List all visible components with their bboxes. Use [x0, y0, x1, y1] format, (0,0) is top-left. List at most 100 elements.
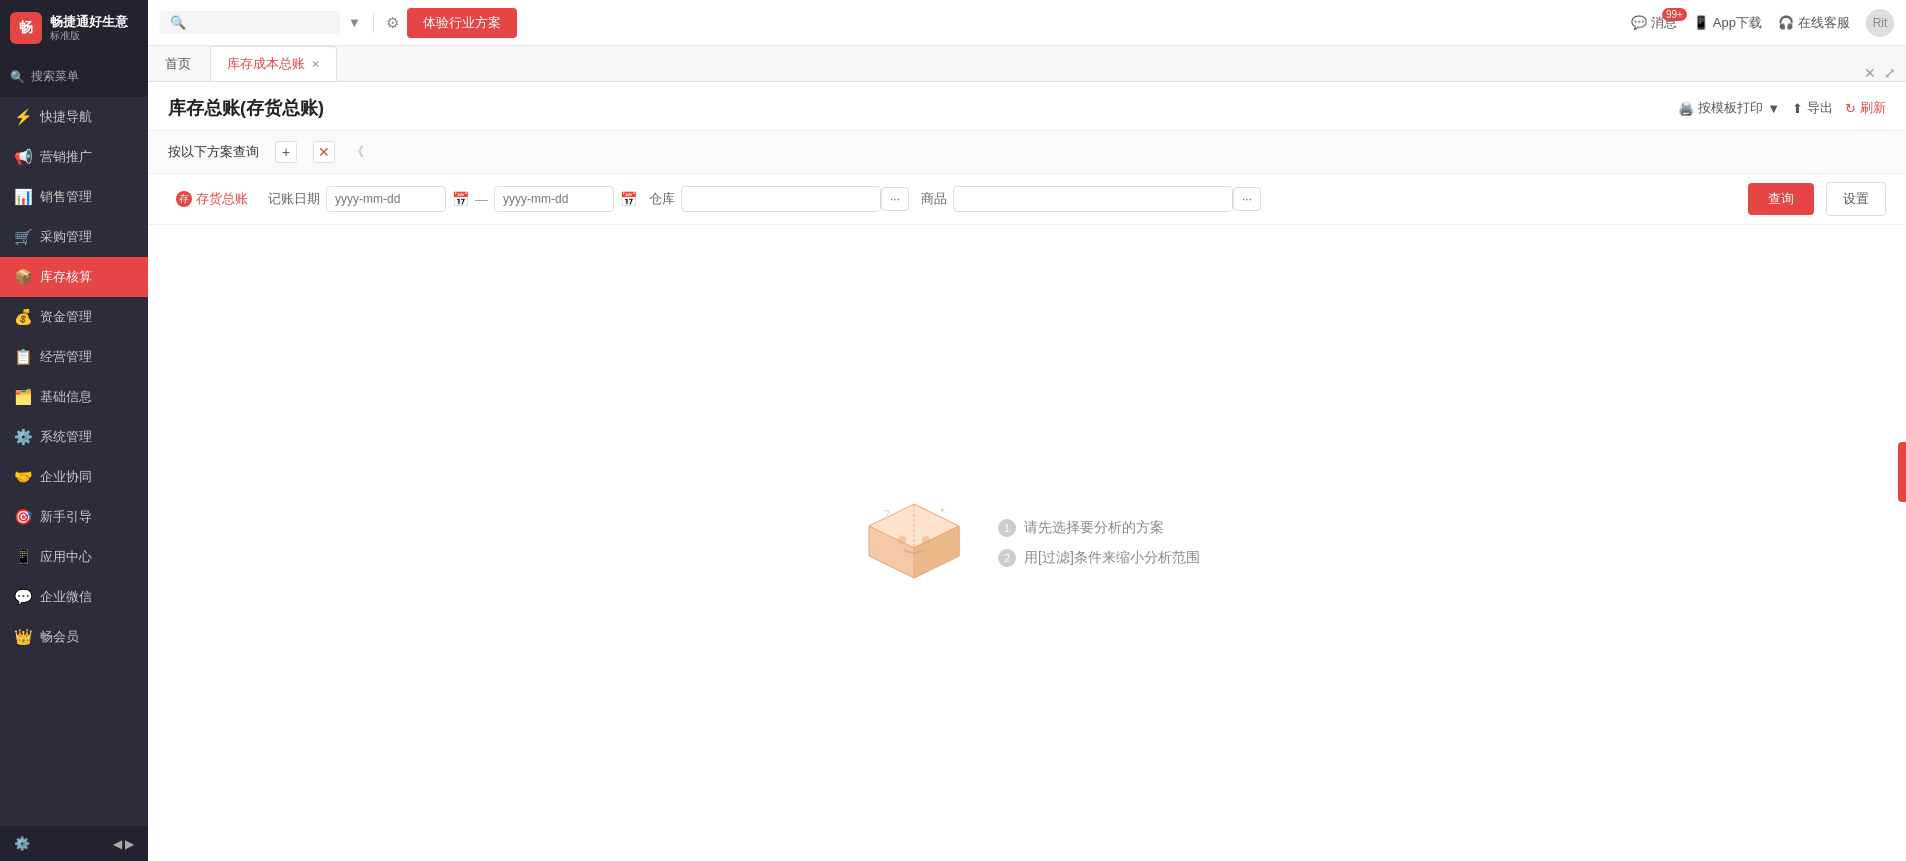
expand-icon[interactable]: ⤢ — [1884, 65, 1896, 81]
online-service-button[interactable]: 🎧 在线客服 — [1778, 14, 1850, 32]
product-filter-group: 商品 ··· — [921, 186, 1261, 212]
user-avatar[interactable]: Rit — [1866, 9, 1894, 37]
sidebar-item-marketing[interactable]: 📢 营销推广 — [0, 137, 148, 177]
sidebar-item-label: 资金管理 — [40, 308, 92, 326]
sidebar-item-system[interactable]: ⚙️ 系统管理 — [0, 417, 148, 457]
sidebar-toggle-icon[interactable]: ◀ ▶ — [113, 837, 134, 851]
svg-point-4 — [898, 536, 906, 544]
trial-button[interactable]: 体验行业方案 — [407, 8, 517, 38]
settings-button[interactable]: 设置 — [1826, 182, 1886, 216]
warehouse-input[interactable] — [681, 186, 881, 212]
app-download-button[interactable]: 📱 App下载 — [1693, 14, 1762, 32]
date-field-label: 记账日期 — [268, 190, 320, 208]
sidebar-item-coop[interactable]: 🤝 企业协同 — [0, 457, 148, 497]
sidebar-item-quicknav[interactable]: ⚡ 快捷导航 — [0, 97, 148, 137]
tip-text-1: 请先选择要分析的方案 — [1024, 519, 1164, 537]
filter-collapse-button[interactable]: 《 — [351, 143, 364, 161]
product-input[interactable] — [953, 186, 1233, 212]
calendar-end-icon[interactable]: 📅 — [620, 191, 637, 207]
sidebar-item-sales[interactable]: 📊 销售管理 — [0, 177, 148, 217]
svg-text:✦: ✦ — [939, 506, 946, 515]
tab-window-controls: ✕ ⤢ — [1854, 65, 1906, 81]
sidebar-item-label: 企业协同 — [40, 468, 92, 486]
app-logo: 畅 畅捷通好生意 标准版 — [0, 0, 148, 56]
query-button[interactable]: 查询 — [1748, 183, 1814, 215]
purchase-icon: 🛒 — [14, 228, 32, 246]
filter-area: 按以下方案查询 + ✕ 《 — [148, 131, 1906, 174]
sidebar-item-label: 采购管理 — [40, 228, 92, 246]
sidebar-item-guide[interactable]: 🎯 新手引导 — [0, 497, 148, 537]
sidebar-item-label: 库存核算 — [40, 268, 92, 286]
date-start-input[interactable] — [326, 186, 446, 212]
schema-tag-icon: 存 — [176, 191, 192, 207]
online-service-label: 在线客服 — [1798, 14, 1850, 32]
right-panel-handle[interactable] — [1898, 442, 1906, 502]
sidebar-item-basic[interactable]: 🗂️ 基础信息 — [0, 377, 148, 417]
product-label: 商品 — [921, 190, 947, 208]
sidebar-item-inventory[interactable]: 📦 库存核算 — [0, 257, 148, 297]
coop-icon: 🤝 — [14, 468, 32, 486]
refresh-label: 刷新 — [1860, 99, 1886, 117]
filter-row: 存 存货总账 记账日期 📅 — 📅 仓库 ··· — [148, 174, 1906, 225]
sidebar-item-label: 快捷导航 — [40, 108, 92, 126]
username: Rit — [1873, 16, 1888, 30]
system-icon: ⚙️ — [14, 428, 32, 446]
tabs-bar: 首页 库存成本总账 ✕ ✕ ⤢ — [148, 46, 1906, 82]
filter-add-button[interactable]: + — [275, 141, 297, 163]
sidebar-item-purchase[interactable]: 🛒 采购管理 — [0, 217, 148, 257]
print-icon: 🖨️ — [1678, 101, 1694, 116]
tip-num-1: 1 — [998, 519, 1016, 537]
topbar: 🔍 ▼ ⚙ 体验行业方案 💬 消息 99+ 📱 App下载 🎧 在线客服 Rit — [148, 0, 1906, 46]
topbar-dropdown-icon[interactable]: ▼ — [348, 15, 361, 30]
topbar-search[interactable]: 🔍 — [160, 11, 340, 34]
tab-home[interactable]: 首页 — [148, 46, 208, 81]
page-header-actions: 🖨️ 按模板打印 ▼ ⬆ 导出 ↻ 刷新 — [1678, 99, 1886, 117]
app-download-label: App下载 — [1713, 14, 1762, 32]
date-end-input[interactable] — [494, 186, 614, 212]
tip-num-2: 2 — [998, 549, 1016, 567]
export-button[interactable]: ⬆ 导出 — [1792, 99, 1833, 117]
tab-cost-ledger[interactable]: 库存成本总账 ✕ — [210, 46, 337, 81]
weixin-icon: 💬 — [14, 588, 32, 606]
svg-point-5 — [922, 536, 930, 544]
sidebar-item-finance[interactable]: 💰 资金管理 — [0, 297, 148, 337]
sidebar-item-label: 经营管理 — [40, 348, 92, 366]
marketing-icon: 📢 — [14, 148, 32, 166]
sidebar-item-member[interactable]: 👑 畅会员 — [0, 617, 148, 657]
sidebar-item-apps[interactable]: 📱 应用中心 — [0, 537, 148, 577]
guide-icon: 🎯 — [14, 508, 32, 526]
messages-badge: 99+ — [1662, 8, 1687, 21]
logo-icon: 畅 — [10, 12, 42, 44]
tab-close-icon[interactable]: ✕ — [311, 58, 320, 71]
schema-tag[interactable]: 存 存货总账 — [168, 186, 256, 212]
warehouse-more-button[interactable]: ··· — [881, 187, 909, 211]
sidebar-item-label: 应用中心 — [40, 548, 92, 566]
search-menu-button[interactable]: 🔍 搜索菜单 — [10, 64, 138, 89]
tip-text-2: 用[过滤]条件来缩小分析范围 — [1024, 549, 1200, 567]
sidebar-item-label: 销售管理 — [40, 188, 92, 206]
sidebar-item-weixin[interactable]: 💬 企业微信 — [0, 577, 148, 617]
sidebar-item-operations[interactable]: 📋 经营管理 — [0, 337, 148, 377]
topbar-settings-icon[interactable]: ⚙ — [386, 14, 399, 32]
sidebar-item-label: 系统管理 — [40, 428, 92, 446]
print-label: 按模板打印 — [1698, 99, 1763, 117]
sidebar-search-area[interactable]: 🔍 搜索菜单 — [0, 56, 148, 97]
member-icon: 👑 — [14, 628, 32, 646]
refresh-button[interactable]: ↻ 刷新 — [1845, 99, 1886, 117]
calendar-start-icon[interactable]: 📅 — [452, 191, 469, 207]
page-content: 库存总账(存货总账) 🖨️ 按模板打印 ▼ ⬆ 导出 ↻ 刷新 按以下方案查询 — [148, 82, 1906, 861]
sidebar-item-label: 基础信息 — [40, 388, 92, 406]
date-separator: — — [475, 192, 488, 207]
sidebar-item-label: 企业微信 — [40, 588, 92, 606]
empty-tip-2: 2 用[过滤]条件来缩小分析范围 — [998, 549, 1200, 567]
print-template-button[interactable]: 🖨️ 按模板打印 ▼ — [1678, 99, 1780, 117]
empty-state: ? ✦ · 1 请先选择要分析的方案 2 用[过滤]条件来缩小分析范围 — [148, 225, 1906, 861]
filter-remove-button[interactable]: ✕ — [313, 141, 335, 163]
messages-button[interactable]: 💬 消息 99+ — [1631, 14, 1677, 32]
sidebar-settings-icon[interactable]: ⚙️ — [14, 836, 30, 851]
close-window-icon[interactable]: ✕ — [1864, 65, 1876, 81]
product-more-button[interactable]: ··· — [1233, 187, 1261, 211]
warehouse-filter-group: 仓库 ··· — [649, 186, 909, 212]
topbar-divider — [373, 13, 374, 33]
sidebar-item-label: 畅会员 — [40, 628, 79, 646]
